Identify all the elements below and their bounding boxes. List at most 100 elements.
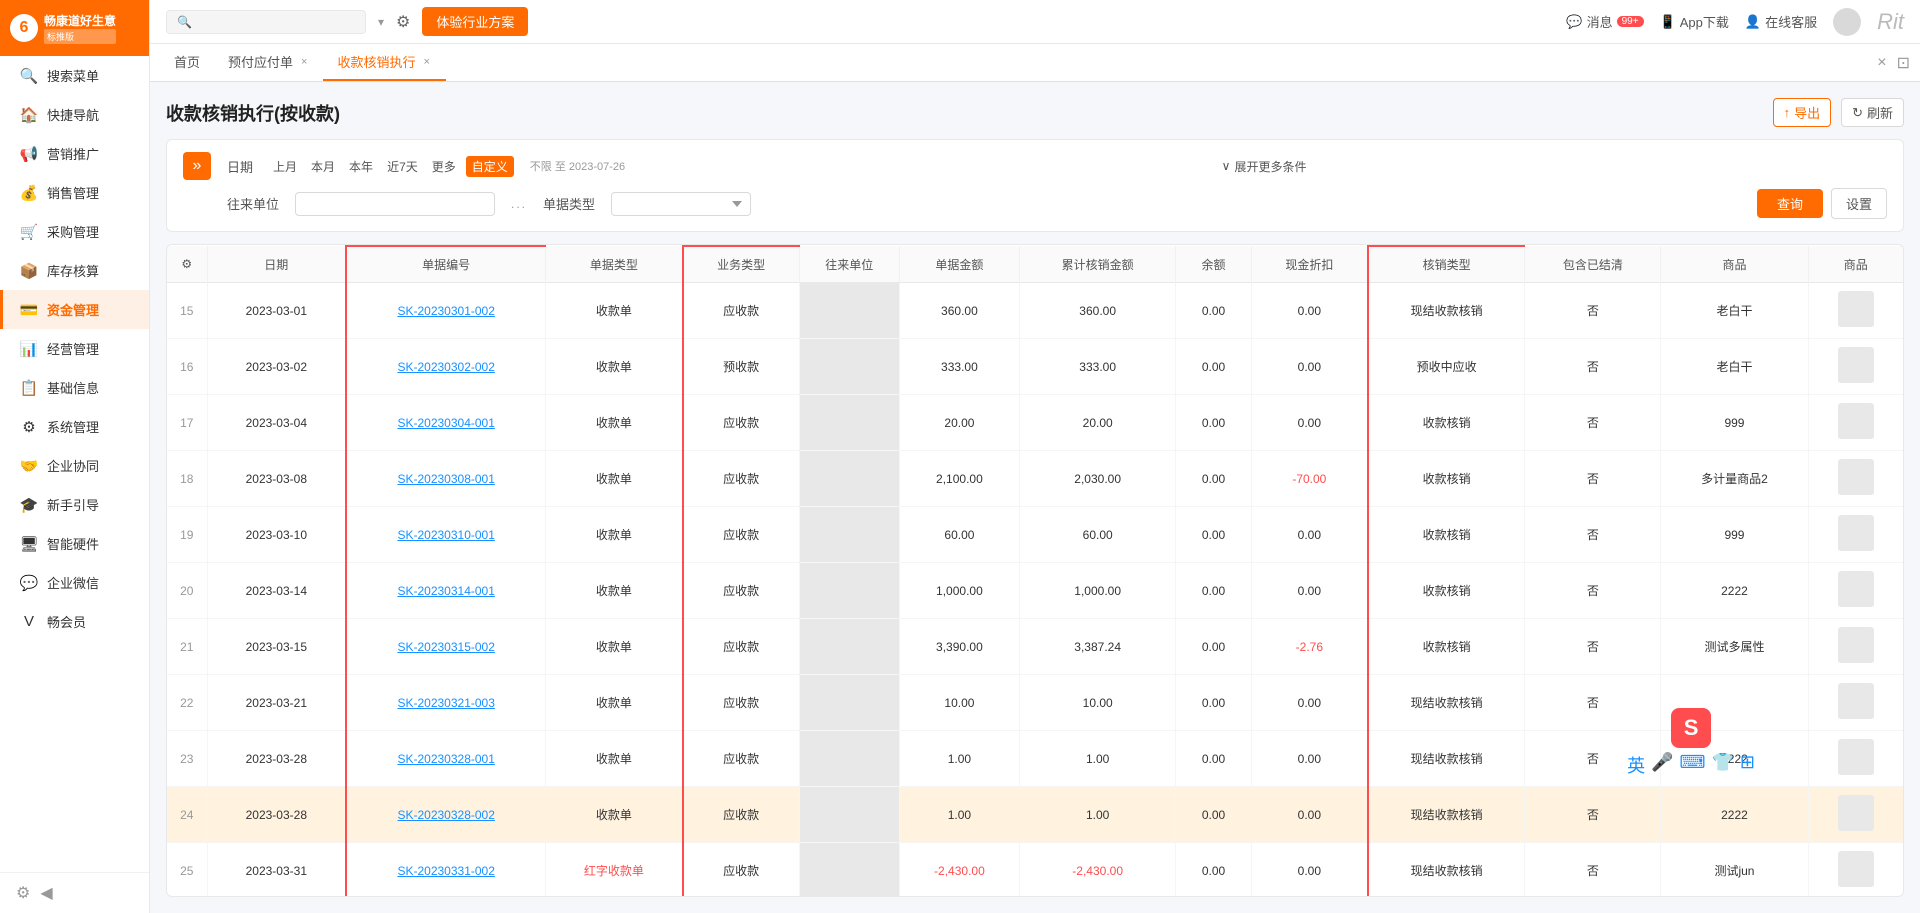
th-acc-amount[interactable]: 累计核销金额 bbox=[1020, 246, 1176, 283]
row-doc-no-link[interactable]: SK-20230304-001 bbox=[397, 416, 494, 430]
row-doc-no-link[interactable]: SK-20230301-002 bbox=[397, 304, 494, 318]
row-doc-no-link[interactable]: SK-20230302-002 bbox=[397, 360, 494, 374]
row-number: 22 bbox=[167, 675, 207, 731]
sidebar-item-guide[interactable]: 🎓 新手引导 bbox=[0, 485, 149, 524]
table-row: 222023-03-21SK-20230321-003收款单应收款10.0010… bbox=[167, 675, 1903, 731]
sidebar-item-sales[interactable]: 💰 销售管理 bbox=[0, 173, 149, 212]
row-doc-no-link[interactable]: SK-20230328-002 bbox=[397, 808, 494, 822]
sidebar-item-system[interactable]: ⚙ 系统管理 bbox=[0, 407, 149, 446]
goods-thumbnail bbox=[1838, 851, 1874, 887]
expand-conditions-btn[interactable]: ∨ 展开更多条件 bbox=[1222, 158, 1307, 175]
tab-maximize-icon[interactable]: ⊡ bbox=[1897, 53, 1910, 73]
th-balance[interactable]: 余额 bbox=[1176, 246, 1252, 283]
row-doc-no-link[interactable]: SK-20230331-002 bbox=[397, 864, 494, 878]
row-doc-no[interactable]: SK-20230302-002 bbox=[346, 339, 546, 395]
row-doc-no[interactable]: SK-20230328-001 bbox=[346, 731, 546, 787]
sidebar-item-operation[interactable]: 📊 经营管理 bbox=[0, 329, 149, 368]
last-month-btn[interactable]: 上月 bbox=[269, 156, 301, 177]
tab-prepay[interactable]: 预付应付单 × bbox=[214, 44, 323, 81]
row-doc-no-link[interactable]: SK-20230308-001 bbox=[397, 472, 494, 486]
th-partner[interactable]: 往来单位 bbox=[799, 246, 899, 283]
tab-home[interactable]: 首页 bbox=[160, 44, 214, 81]
row-doc-no-link[interactable]: SK-20230314-001 bbox=[397, 584, 494, 598]
query-button[interactable]: 查询 bbox=[1757, 189, 1823, 218]
marketing-icon: 📢 bbox=[19, 145, 39, 163]
row-biz-type: 应收款 bbox=[683, 843, 800, 897]
sidebar-item-member[interactable]: V 畅会员 bbox=[0, 602, 149, 641]
th-doc-type[interactable]: 单据类型 bbox=[546, 246, 683, 283]
th-date[interactable]: 日期 bbox=[207, 246, 346, 283]
tab-close-all-icon[interactable]: × bbox=[1877, 54, 1886, 72]
tab-collect-close-icon[interactable]: × bbox=[421, 56, 431, 68]
online-service-label: 在线客服 bbox=[1765, 12, 1817, 31]
row-doc-no-link[interactable]: SK-20230310-001 bbox=[397, 528, 494, 542]
last-7days-btn[interactable]: 近7天 bbox=[383, 156, 422, 177]
user-avatar[interactable] bbox=[1833, 8, 1861, 36]
row-doc-no-link[interactable]: SK-20230328-001 bbox=[397, 752, 494, 766]
table-row: 162023-03-02SK-20230302-002收款单预收款333.003… bbox=[167, 339, 1903, 395]
row-doc-no-link[interactable]: SK-20230321-003 bbox=[397, 696, 494, 710]
date-range-display: 不限 至 2023-07-26 bbox=[530, 158, 625, 174]
export-button[interactable]: ↑ 导出 bbox=[1773, 98, 1832, 127]
tab-prepay-close-icon[interactable]: × bbox=[299, 56, 309, 68]
collapse-icon[interactable]: ◀ bbox=[40, 883, 52, 903]
settings-bottom-icon[interactable]: ⚙ bbox=[16, 883, 30, 903]
row-doc-no[interactable]: SK-20230314-001 bbox=[346, 563, 546, 619]
row-doc-no-link[interactable]: SK-20230315-002 bbox=[397, 640, 494, 654]
th-goods[interactable]: 商品 bbox=[1661, 246, 1808, 283]
sidebar-item-quick[interactable]: 🏠 快捷导航 bbox=[0, 95, 149, 134]
th-goods-img[interactable]: 商品 bbox=[1808, 246, 1903, 283]
row-doc-no[interactable]: SK-20230304-001 bbox=[346, 395, 546, 451]
this-year-btn[interactable]: 本年 bbox=[345, 156, 377, 177]
custom-date-btn[interactable]: 自定义 bbox=[466, 156, 514, 177]
table-scroll-area[interactable]: ⚙ 日期 单据编号 单据类型 业务类型 往来单位 单据金额 累计核销金额 余额 … bbox=[167, 245, 1903, 896]
row-doc-no[interactable]: SK-20230321-003 bbox=[346, 675, 546, 731]
sidebar-item-inventory[interactable]: 📦 库存核算 bbox=[0, 251, 149, 290]
solution-button[interactable]: 体验行业方案 bbox=[422, 7, 528, 36]
row-number: 18 bbox=[167, 451, 207, 507]
row-balance: 0.00 bbox=[1176, 843, 1252, 897]
row-doc-no[interactable]: SK-20230328-002 bbox=[346, 787, 546, 843]
this-month-btn[interactable]: 本月 bbox=[307, 156, 339, 177]
more-date-btn[interactable]: 更多 bbox=[428, 156, 460, 177]
sidebar-item-marketing[interactable]: 📢 营销推广 bbox=[0, 134, 149, 173]
sidebar-label-purchase: 采购管理 bbox=[47, 222, 99, 241]
topbar: 🔍 ▾ ⚙ 体验行业方案 💬 消息 99+ 📱 App下载 👤 在线客服 Rit bbox=[150, 0, 1920, 44]
filter-toggle-button[interactable]: » bbox=[183, 152, 211, 180]
row-doc-no[interactable]: SK-20230308-001 bbox=[346, 451, 546, 507]
partner-filter-input[interactable] bbox=[295, 192, 495, 216]
dropdown-arrow-icon[interactable]: ▾ bbox=[378, 15, 384, 29]
row-number: 21 bbox=[167, 619, 207, 675]
th-gear[interactable]: ⚙ bbox=[167, 246, 207, 283]
sidebar-item-enterprise[interactable]: 🤝 企业协同 bbox=[0, 446, 149, 485]
online-service-button[interactable]: 👤 在线客服 bbox=[1745, 12, 1817, 31]
th-biz-type[interactable]: 业务类型 bbox=[683, 246, 800, 283]
th-amount[interactable]: 单据金额 bbox=[899, 246, 1019, 283]
row-number: 19 bbox=[167, 507, 207, 563]
sidebar-item-hardware[interactable]: 🖥 智能硬件 bbox=[0, 524, 149, 563]
refresh-button[interactable]: ↻ 刷新 bbox=[1841, 98, 1904, 127]
messages-button[interactable]: 💬 消息 99+ bbox=[1566, 12, 1643, 31]
sidebar-item-basic[interactable]: 📋 基础信息 bbox=[0, 368, 149, 407]
th-settled[interactable]: 包含已结清 bbox=[1525, 246, 1661, 283]
doc-type-select[interactable] bbox=[611, 192, 751, 216]
tab-collect[interactable]: 收款核销执行 × bbox=[323, 44, 445, 81]
topbar-gear-icon[interactable]: ⚙ bbox=[396, 12, 410, 32]
sidebar-item-search[interactable]: 🔍 搜索菜单 bbox=[0, 56, 149, 95]
row-doc-no[interactable]: SK-20230301-002 bbox=[346, 283, 546, 339]
filter-settings-button[interactable]: 设置 bbox=[1831, 188, 1887, 219]
sidebar-item-purchase[interactable]: 🛒 采购管理 bbox=[0, 212, 149, 251]
th-cash-disc[interactable]: 现金折扣 bbox=[1251, 246, 1368, 283]
topbar-search-bar[interactable]: 🔍 bbox=[166, 10, 366, 34]
th-doc-no[interactable]: 单据编号 bbox=[346, 246, 546, 283]
row-doc-no[interactable]: SK-20230331-002 bbox=[346, 843, 546, 897]
table-row: 212023-03-15SK-20230315-002收款单应收款3,390.0… bbox=[167, 619, 1903, 675]
app-download-button[interactable]: 📱 App下载 bbox=[1660, 12, 1729, 31]
column-settings-icon[interactable]: ⚙ bbox=[181, 257, 192, 271]
sidebar-item-capital[interactable]: 💳 资金管理 bbox=[0, 290, 149, 329]
row-doc-no[interactable]: SK-20230310-001 bbox=[346, 507, 546, 563]
sidebar-item-wechat[interactable]: 💬 企业微信 bbox=[0, 563, 149, 602]
more-filters-icon[interactable]: ... bbox=[511, 197, 527, 211]
row-doc-no[interactable]: SK-20230315-002 bbox=[346, 619, 546, 675]
th-verify-type[interactable]: 核销类型 bbox=[1368, 246, 1525, 283]
